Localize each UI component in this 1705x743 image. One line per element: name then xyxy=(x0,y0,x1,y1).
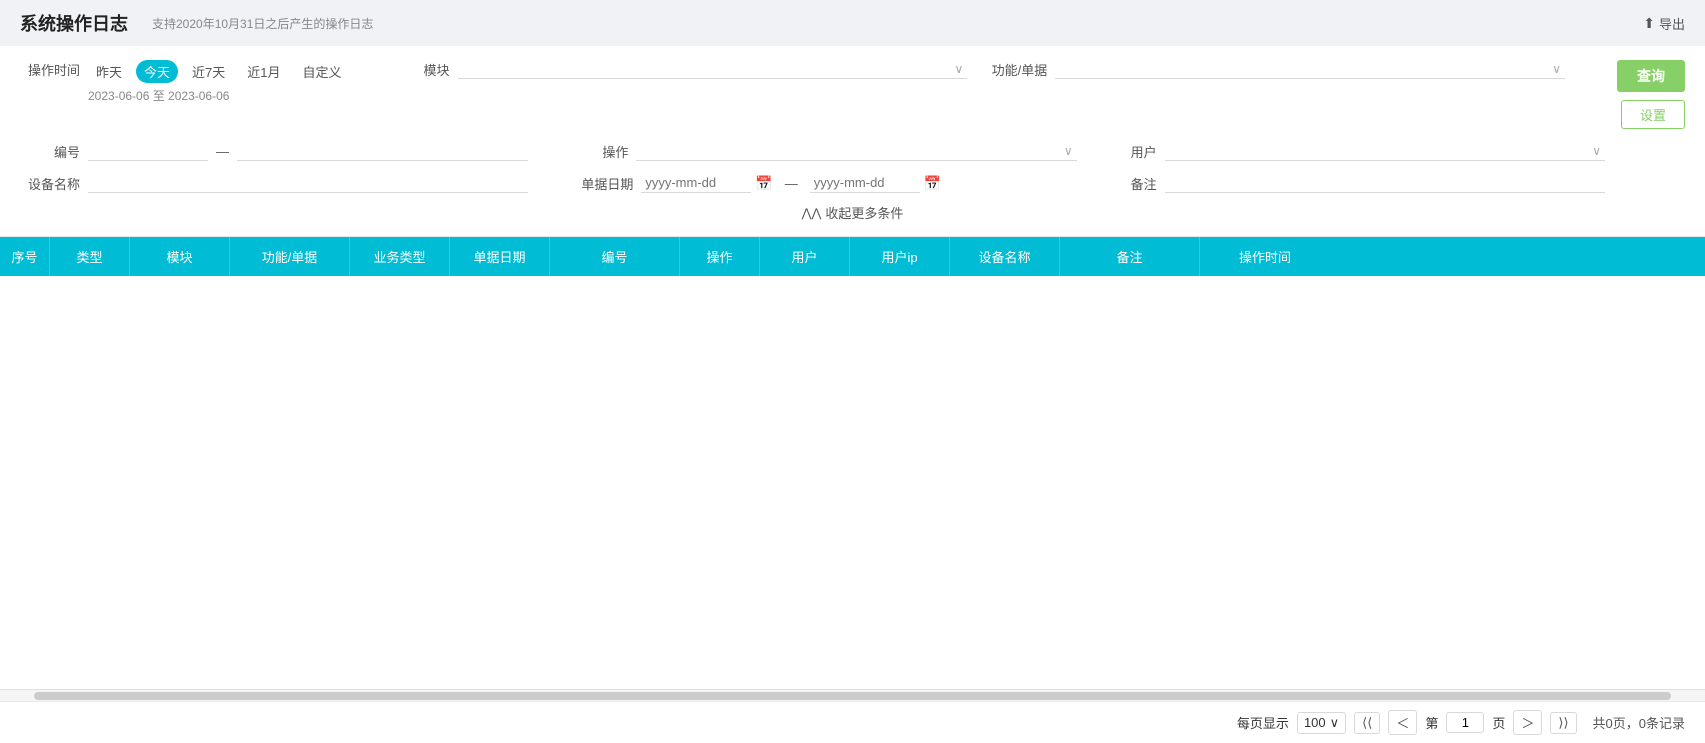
doc-date-dash: — xyxy=(785,176,798,191)
collapse-label: 收起更多条件 xyxy=(825,203,903,222)
export-label: 导出 xyxy=(1659,14,1685,33)
time-label: 操作时间 xyxy=(20,60,80,79)
op-label: 操作 xyxy=(568,142,628,161)
col-seq: 序号 xyxy=(0,237,50,276)
col-code: 编号 xyxy=(550,237,680,276)
func-chevron-icon: ∨ xyxy=(1552,62,1561,76)
page-unit: 页 xyxy=(1492,713,1505,732)
col-remark: 备注 xyxy=(1060,237,1200,276)
pagination-bar: 每页显示 100 ∨ ⟨⟨ ＜ 第 页 ＞ ⟩⟩ 共0页，0条记录 xyxy=(0,701,1705,743)
user-label: 用户 xyxy=(1097,142,1157,161)
page-label: 第 xyxy=(1425,713,1438,732)
prev-page-button[interactable]: ＜ xyxy=(1388,710,1417,735)
code-input-to[interactable] xyxy=(237,141,528,161)
col-op: 操作 xyxy=(680,237,760,276)
col-type: 类型 xyxy=(50,237,130,276)
module-select[interactable]: ∨ xyxy=(458,60,968,79)
filter-area: 操作时间 昨天 今天 近7天 近1月 自定义 2023-06-06 至 2023… xyxy=(0,46,1705,237)
code-dash: — xyxy=(216,144,229,159)
col-optime: 操作时间 xyxy=(1200,237,1330,276)
time-btn-1month[interactable]: 近1月 xyxy=(239,60,288,83)
col-ip: 用户ip xyxy=(850,237,950,276)
page-size-select[interactable]: 100 ∨ xyxy=(1297,712,1346,734)
col-module: 模块 xyxy=(130,237,230,276)
doc-date-from[interactable] xyxy=(641,173,751,193)
horizontal-scrollbar[interactable] xyxy=(0,689,1705,701)
page-title: 系统操作日志 xyxy=(20,10,128,36)
total-text: 共0页，0条记录 xyxy=(1593,713,1685,732)
time-filter: 昨天 今天 近7天 近1月 自定义 2023-06-06 至 2023-06-0… xyxy=(88,60,350,104)
op-select[interactable]: ∨ xyxy=(636,142,1076,161)
doc-date-label: 单据日期 xyxy=(568,174,633,193)
next-page-button[interactable]: ＞ xyxy=(1513,710,1542,735)
remark-input[interactable] xyxy=(1165,173,1605,193)
code-input-from[interactable] xyxy=(88,141,208,161)
module-chevron-icon: ∨ xyxy=(954,62,963,76)
table-header: 序号 类型 模块 功能/单据 业务类型 单据日期 编号 操作 用户 用户ip 设… xyxy=(0,237,1705,276)
collapse-icon: ⋀⋀ xyxy=(802,206,822,220)
module-label: 模块 xyxy=(390,60,450,79)
device-label: 设备名称 xyxy=(20,174,80,193)
time-btn-custom[interactable]: 自定义 xyxy=(295,60,350,83)
export-icon: ⬆ xyxy=(1643,15,1655,32)
user-select[interactable]: ∨ xyxy=(1165,142,1605,161)
doc-date-range: 📅 — 📅 xyxy=(641,173,941,193)
page-size-label: 每页显示 xyxy=(1237,713,1289,732)
collapse-button[interactable]: ⋀⋀ 收起更多条件 xyxy=(802,203,904,222)
time-btn-today[interactable]: 今天 xyxy=(136,60,178,83)
remark-label: 备注 xyxy=(1097,174,1157,193)
page-header: 系统操作日志 支持2020年10月31日之后产生的操作日志 ⬆ 导出 xyxy=(0,0,1705,46)
op-chevron-icon: ∨ xyxy=(1064,144,1073,158)
col-func: 功能/单据 xyxy=(230,237,350,276)
col-user: 用户 xyxy=(760,237,850,276)
page-number-input[interactable] xyxy=(1446,712,1484,733)
first-page-button[interactable]: ⟨⟨ xyxy=(1354,712,1380,734)
col-biztype: 业务类型 xyxy=(350,237,450,276)
device-input[interactable] xyxy=(88,173,528,193)
user-chevron-icon: ∨ xyxy=(1592,144,1601,158)
query-button[interactable]: 查询 xyxy=(1617,60,1685,92)
table-wrapper: 序号 类型 模块 功能/单据 业务类型 单据日期 编号 操作 用户 用户ip 设… xyxy=(0,237,1705,689)
calendar-to-icon[interactable]: 📅 xyxy=(924,175,941,192)
time-range-text: 2023-06-06 至 2023-06-06 xyxy=(88,87,350,104)
export-button[interactable]: ⬆ 导出 xyxy=(1643,14,1685,33)
page-size-value: 100 xyxy=(1304,715,1326,730)
last-page-button[interactable]: ⟩⟩ xyxy=(1550,712,1576,734)
page-subtitle: 支持2020年10月31日之后产生的操作日志 xyxy=(152,15,373,32)
func-select[interactable]: ∨ xyxy=(1055,60,1565,79)
collapse-row: ⋀⋀ 收起更多条件 xyxy=(20,197,1685,226)
doc-date-to[interactable] xyxy=(810,173,920,193)
action-buttons: 查询 设置 xyxy=(1605,60,1685,129)
page-size-chevron-icon: ∨ xyxy=(1330,715,1340,731)
code-label: 编号 xyxy=(20,142,80,161)
func-label: 功能/单据 xyxy=(987,60,1047,79)
calendar-from-icon[interactable]: 📅 xyxy=(755,175,772,192)
setting-button[interactable]: 设置 xyxy=(1621,100,1685,129)
empty-message xyxy=(0,276,1705,576)
col-date: 单据日期 xyxy=(450,237,550,276)
col-device: 设备名称 xyxy=(950,237,1060,276)
time-btn-yesterday[interactable]: 昨天 xyxy=(88,60,130,83)
time-btn-7days[interactable]: 近7天 xyxy=(184,60,233,83)
table-body xyxy=(0,276,1705,689)
